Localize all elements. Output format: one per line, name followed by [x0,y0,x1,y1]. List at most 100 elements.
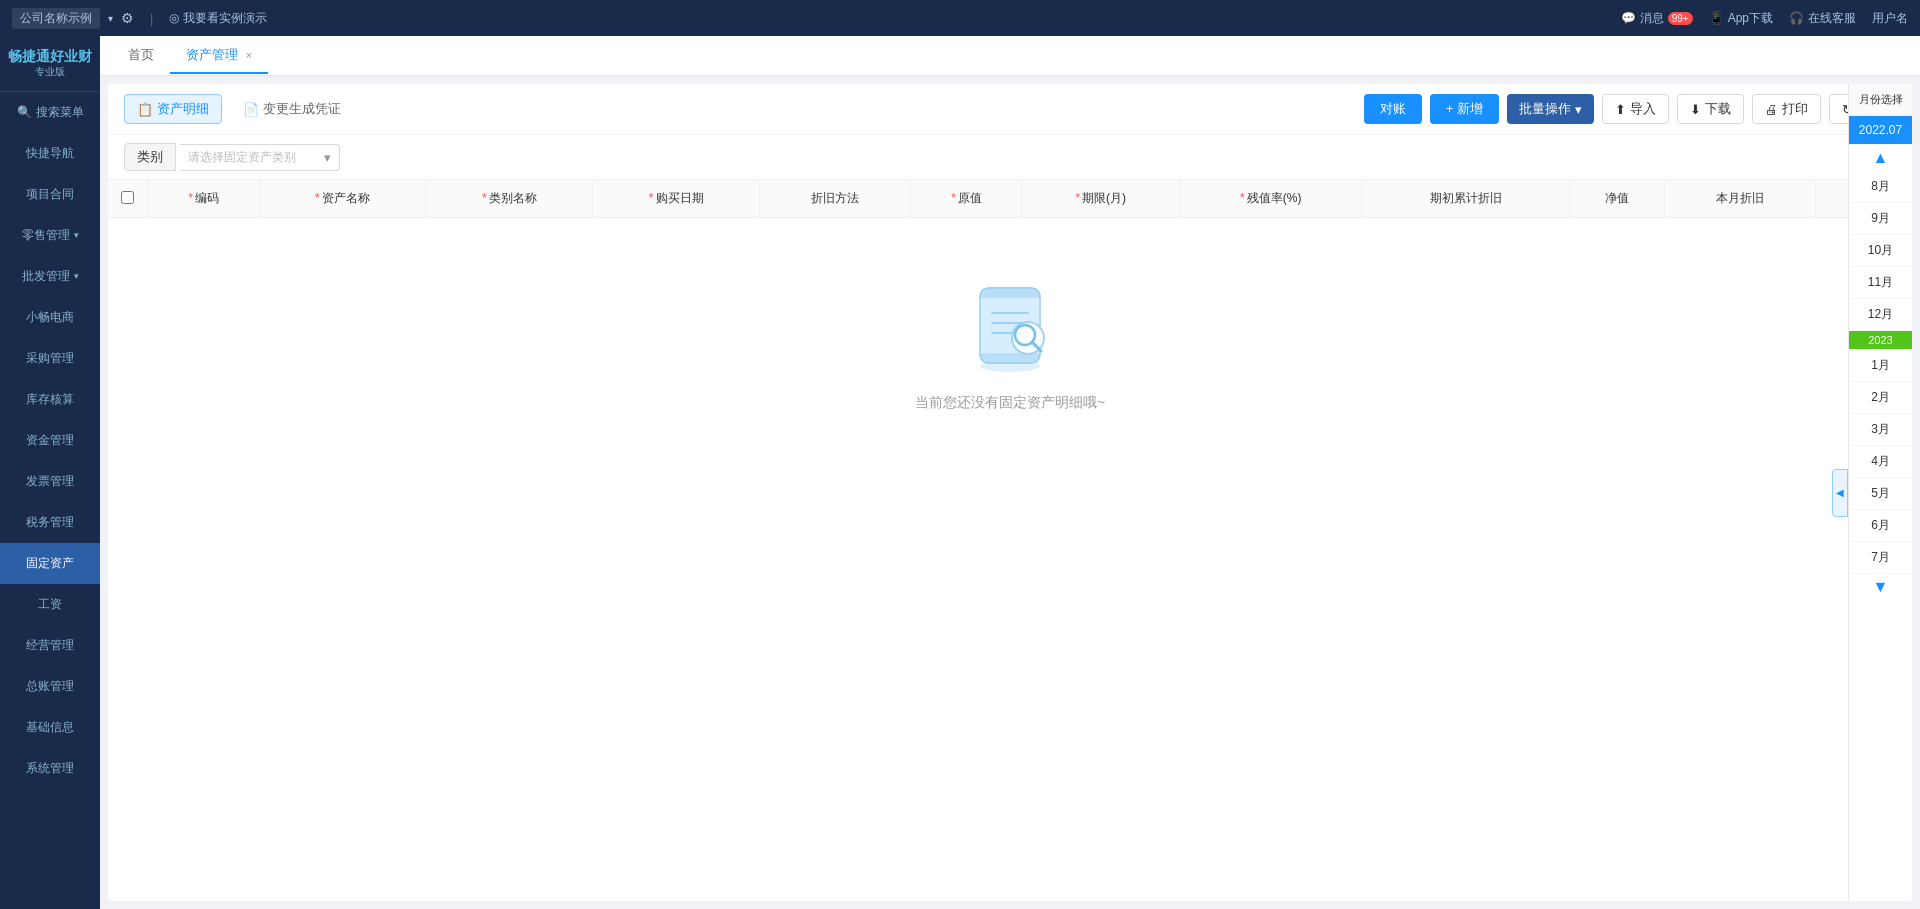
import-button[interactable]: ⬆ 导入 [1602,94,1669,124]
app-download-action[interactable]: 📱 App下载 [1709,10,1773,27]
demo-link[interactable]: ◎ 我要看实例演示 [169,10,267,27]
month-panel-header: 月份选择 [1849,84,1912,116]
page-content: 📋 资产明细 📄 变更生成凭证 对账 + 新增 批量操作 ▾ [108,84,1912,901]
sidebar-item-inventory[interactable]: 库存核算 [0,379,100,420]
category-dropdown-icon: ▾ [324,150,331,165]
month-item-11[interactable]: 11月 [1849,267,1912,299]
reconcile-button[interactable]: 对账 [1364,94,1422,124]
print-button[interactable]: 🖨 打印 [1752,94,1821,124]
current-year-badge: 2023 [1849,331,1912,350]
sidebar-item-project-contract[interactable]: 项目合同 [0,174,100,215]
brand-title: 畅捷通好业财 [8,48,92,65]
month-panel: 月份选择 2022.07 ▲ 8月 9月 10月 11月 12月 2023 1月… [1848,84,1912,901]
header-right: 💬 消息 99+ 📱 App下载 🎧 在线客服 用户名 [1621,10,1908,27]
top-header: 公司名称示例 ▾ ⚙ | ◎ 我要看实例演示 💬 消息 99+ 📱 App下载 … [0,0,1920,36]
sidebar-item-tax[interactable]: 税务管理 [0,502,100,543]
col-purchase-date: *购买日期 [593,180,760,218]
search-icon: 🔍 [17,105,32,119]
col-code: *编码 [148,180,259,218]
select-all-checkbox[interactable] [121,191,134,204]
message-badge: 99+ [1668,12,1693,25]
tab-home[interactable]: 首页 [112,38,170,74]
inner-content: 📋 资产明细 📄 变更生成凭证 对账 + 新增 批量操作 ▾ [108,84,1912,901]
main-layout: 畅捷通好业财 专业版 🔍 搜索菜单 快捷导航 项目合同 零售管理 ▾ 批发管理 … [0,36,1920,909]
sidebar-item-search[interactable]: 🔍 搜索菜单 [0,92,100,133]
filter-bar: 类别 请选择固定资产类别 ▾ [108,135,1912,180]
month-item-7[interactable]: 7月 [1849,542,1912,574]
content-area: 首页 资产管理 × 📋 资产明细 📄 [100,36,1920,909]
sidebar-item-purchase[interactable]: 采购管理 [0,338,100,379]
sidebar-item-retail[interactable]: 零售管理 ▾ [0,215,100,256]
batch-dropdown-icon: ▾ [1575,102,1582,117]
category-label: 类别 [124,143,176,171]
month-item-3[interactable]: 3月 [1849,414,1912,446]
online-service-action[interactable]: 🎧 在线客服 [1789,10,1856,27]
tab-bar: 首页 资产管理 × [100,36,1920,76]
sidebar-item-fixed-assets[interactable]: 固定资产 [0,543,100,584]
batch-operations-button[interactable]: 批量操作 ▾ [1507,94,1594,124]
month-item-2[interactable]: 2月 [1849,382,1912,414]
panel-toggle-icon: ◀ [1836,487,1844,498]
sidebar-item-quick-nav[interactable]: 快捷导航 [0,133,100,174]
category-filter: 类别 请选择固定资产类别 ▾ [124,143,340,171]
add-new-button[interactable]: + 新增 [1430,94,1499,124]
sub-tab-change-voucher[interactable]: 📄 变更生成凭证 [230,94,354,124]
month-selected-display[interactable]: 2022.07 [1849,116,1912,145]
month-item-1[interactable]: 1月 [1849,350,1912,382]
app-download-icon: 📱 [1709,11,1724,25]
sub-tab-asset-detail[interactable]: 📋 资产明细 [124,94,222,124]
col-checkbox [108,180,148,218]
company-name[interactable]: 公司名称示例 [12,8,100,29]
sub-tab-bar: 📋 资产明细 📄 变更生成凭证 对账 + 新增 批量操作 ▾ [108,84,1912,135]
header-left: 公司名称示例 ▾ ⚙ | ◎ 我要看实例演示 [12,8,267,29]
col-category-name: *类别名称 [426,180,593,218]
message-icon: 💬 [1621,11,1636,25]
empty-icon [950,278,1070,378]
col-depreciation-method: 折旧方法 [760,180,911,218]
month-nav-up[interactable]: ▲ [1849,145,1912,171]
col-residual-rate: *残值率(%) [1180,180,1362,218]
brand: 畅捷通好业财 专业版 [0,36,100,92]
message-action[interactable]: 💬 消息 99+ [1621,10,1693,27]
month-item-6[interactable]: 6月 [1849,510,1912,542]
category-select[interactable]: 请选择固定资产类别 ▾ [180,144,340,171]
sidebar-item-operation[interactable]: 经营管理 [0,625,100,666]
sub-tab-bar-left: 📋 资产明细 📄 变更生成凭证 [124,94,354,124]
user-name[interactable]: 用户名 [1872,10,1908,27]
col-monthly-depreciation: 本月折旧 [1665,180,1816,218]
sidebar-item-ecommerce[interactable]: 小畅电商 [0,297,100,338]
month-item-8[interactable]: 8月 [1849,171,1912,203]
retail-arrow-icon: ▾ [74,230,79,240]
month-item-5[interactable]: 5月 [1849,478,1912,510]
sidebar-item-fund[interactable]: 资金管理 [0,420,100,461]
download-button[interactable]: ⬇ 下载 [1677,94,1744,124]
sidebar-item-system[interactable]: 系统管理 [0,748,100,789]
sidebar: 畅捷通好业财 专业版 🔍 搜索菜单 快捷导航 项目合同 零售管理 ▾ 批发管理 … [0,36,100,909]
sidebar-item-batch[interactable]: 批发管理 ▾ [0,256,100,297]
tab-close-icon[interactable]: × [246,49,252,61]
asset-detail-icon: 📋 [137,102,153,117]
tab-asset-management[interactable]: 资产管理 × [170,38,268,74]
settings-icon[interactable]: ⚙ [121,10,134,26]
month-item-12[interactable]: 12月 [1849,299,1912,331]
sidebar-item-ledger[interactable]: 总账管理 [0,666,100,707]
demo-icon: ◎ [169,11,179,25]
table-container[interactable]: *编码 *资产名称 *类别名称 *购买日期 折旧方法 *原值 *期限(月) *残… [108,180,1912,901]
col-period: *期限(月) [1022,180,1180,218]
batch-arrow-icon: ▾ [74,271,79,281]
empty-message: 当前您还没有固定资产明细哦~ [915,394,1105,412]
month-item-4[interactable]: 4月 [1849,446,1912,478]
sidebar-item-invoice[interactable]: 发票管理 [0,461,100,502]
action-bar: 对账 + 新增 批量操作 ▾ ⬆ 导入 ⬇ 下载 [1364,94,1896,124]
online-service-icon: 🎧 [1789,11,1804,25]
download-icon: ⬇ [1690,102,1701,117]
change-voucher-icon: 📄 [243,102,259,117]
col-asset-name: *资产名称 [259,180,426,218]
sidebar-item-basic-info[interactable]: 基础信息 [0,707,100,748]
month-item-9[interactable]: 9月 [1849,203,1912,235]
month-panel-toggle[interactable]: ◀ [1832,469,1848,517]
sidebar-item-salary[interactable]: 工资 [0,584,100,625]
month-nav-down[interactable]: ▼ [1849,574,1912,600]
month-item-10[interactable]: 10月 [1849,235,1912,267]
company-dropdown-icon[interactable]: ▾ [108,13,113,24]
